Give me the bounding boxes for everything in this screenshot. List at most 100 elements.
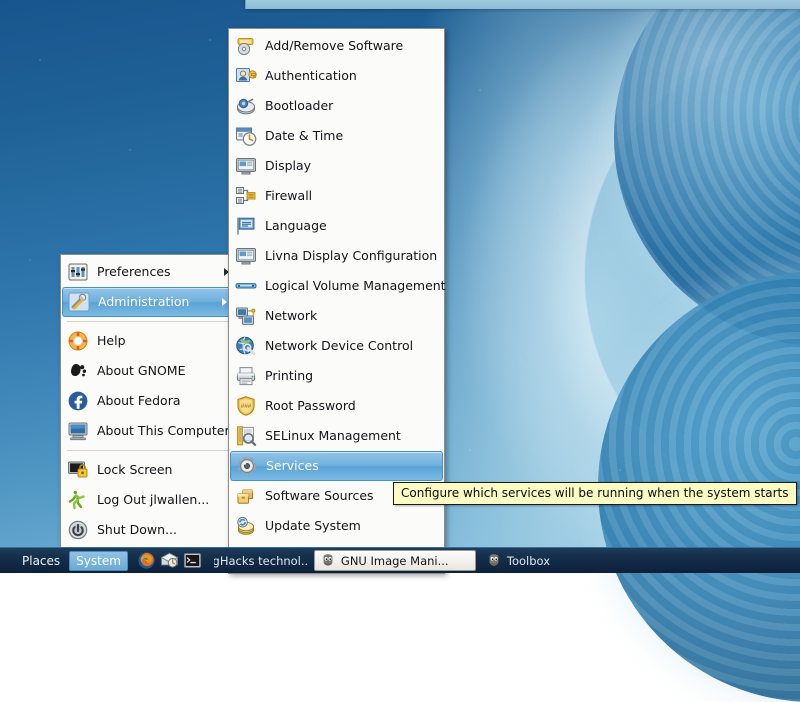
computer-icon [67,420,89,442]
panel-menu-bar: Places System [14,550,129,571]
menu-item-label: About GNOME [97,362,186,378]
livna-display-icon [235,245,257,267]
menu-item-date-time[interactable]: Date & Time [229,121,444,151]
system-menu[interactable]: Preferences Administration Help About GN… [60,254,237,548]
firefox-launcher-icon[interactable] [136,550,157,571]
menu-item-label: Authentication [265,67,357,83]
menu-item-bootloader[interactable]: Bootloader [229,91,444,121]
window-button-label: Toolbox [506,553,551,568]
window-button[interactable]: GNU Image Mani... [313,550,476,571]
menu-item-label: Network [265,307,318,323]
menu-item-label: About This Computer [97,422,230,438]
menu-item-language[interactable]: Language [229,211,444,241]
menu-item-label: Logical Volume Management [265,277,446,293]
menu-item-services[interactable]: Services [230,451,443,481]
panel-launchers [135,550,204,571]
menu-item-label: Services [266,457,319,473]
log-out-icon [67,489,89,511]
menu-item-label: Date & Time [265,127,344,143]
lock-screen-icon [67,459,89,481]
menu-item-administration[interactable]: Administration [62,287,235,317]
window-button[interactable]: Toolbox [480,550,590,571]
add-remove-software-icon [235,35,257,57]
menu-item-firewall[interactable]: Firewall [229,181,444,211]
network-device-icon [235,335,257,357]
menu-item-selinux-management[interactable]: SELinux Management [229,421,444,451]
display-icon [235,155,257,177]
menu-item-authentication[interactable]: Authentication [229,61,444,91]
menu-item-help[interactable]: Help [61,326,236,356]
menu-item-log-out-jlwallen[interactable]: Log Out jlwallen... [61,485,236,515]
menu-item-lock-screen[interactable]: Lock Screen [61,455,236,485]
menu-item-label: Add/Remove Software [265,37,404,53]
menu-item-shut-down[interactable]: Shut Down... [61,515,236,545]
menu-item-label: Firewall [265,187,313,203]
bootloader-icon [235,95,257,117]
menu-item-about-gnome[interactable]: About GNOME [61,356,236,386]
tooltip-text: Configure which services will be running… [401,486,789,500]
menu-item-label: Help [97,332,126,348]
shut-down-icon [67,519,89,541]
tooltip: Configure which services will be running… [393,482,797,505]
menu-item-network[interactable]: Network [229,301,444,331]
menu-item-label: Update System [265,517,361,533]
window-button[interactable]: =gHacks technol... [214,550,310,571]
services-gear-icon [236,455,258,477]
bottom-panel[interactable]: Places System = [0,547,800,573]
update-system-icon [235,515,257,537]
preferences-icon [67,261,89,283]
menu-item-update-system[interactable]: Update System [229,511,444,541]
panel-menu-system[interactable]: System [69,550,128,571]
lvm-icon [235,275,257,297]
menu-item-label: Shut Down... [97,521,177,537]
menu-item-label: Livna Display Configuration [265,247,438,263]
menu-item-label: Administration [98,293,190,309]
menu-item-label: Log Out jlwallen... [97,491,210,507]
language-icon [235,215,257,237]
gimp-window-icon [321,553,336,568]
evolution-launcher-icon[interactable] [159,550,180,571]
administration-icon [68,291,90,313]
menu-item-label: SELinux Management [265,427,401,443]
menu-item-label: Display [265,157,312,173]
gimp-window-icon [487,553,502,568]
menu-separator [67,321,230,322]
menu-item-label: About Fedora [97,392,181,408]
menu-item-label: Bootloader [265,97,334,113]
menu-item-network-device-control[interactable]: Network Device Control [229,331,444,361]
printer-icon [235,365,257,387]
authentication-icon [235,65,257,87]
firewall-icon [235,185,257,207]
menu-separator [67,450,230,451]
root-password-icon: ### [235,395,257,417]
gnome-foot-icon [67,360,89,382]
window-button-label: =gHacks technol... [213,553,310,568]
menu-item-about-this-computer[interactable]: About This Computer [61,416,236,446]
menu-item-label: Printing [265,367,314,383]
menu-item-label: Network Device Control [265,337,414,353]
menu-item-printing[interactable]: Printing [229,361,444,391]
menu-item-about-fedora[interactable]: About Fedora [61,386,236,416]
menu-item-livna-display-configuration[interactable]: Livna Display Configuration [229,241,444,271]
menu-item-preferences[interactable]: Preferences [61,257,236,287]
background-window-titlebar[interactable] [245,0,800,9]
help-icon [67,330,89,352]
submenu-arrow-icon [222,298,227,306]
panel-menu-places[interactable]: Places [15,551,67,571]
menu-item-label: Lock Screen [97,461,173,477]
menu-item-display[interactable]: Display [229,151,444,181]
menu-item-label: Language [265,217,327,233]
menu-item-root-password[interactable]: ### Root Password [229,391,444,421]
menu-item-label: Preferences [97,263,171,279]
software-sources-icon [235,485,257,507]
panel-menu-label: Places [22,553,61,568]
menu-item-label: Software Sources [265,487,374,503]
svg-text:###: ### [241,403,252,410]
menu-item-logical-volume-management[interactable]: Logical Volume Management [229,271,446,301]
menu-item-add-remove-software[interactable]: Add/Remove Software [229,31,444,61]
menu-item-label: Root Password [265,397,356,413]
window-list: =gHacks technol... GNU Image Mani... [214,550,800,571]
date-time-icon [235,125,257,147]
terminal-launcher-icon[interactable] [182,550,203,571]
window-button-label: GNU Image Mani... [340,553,449,568]
